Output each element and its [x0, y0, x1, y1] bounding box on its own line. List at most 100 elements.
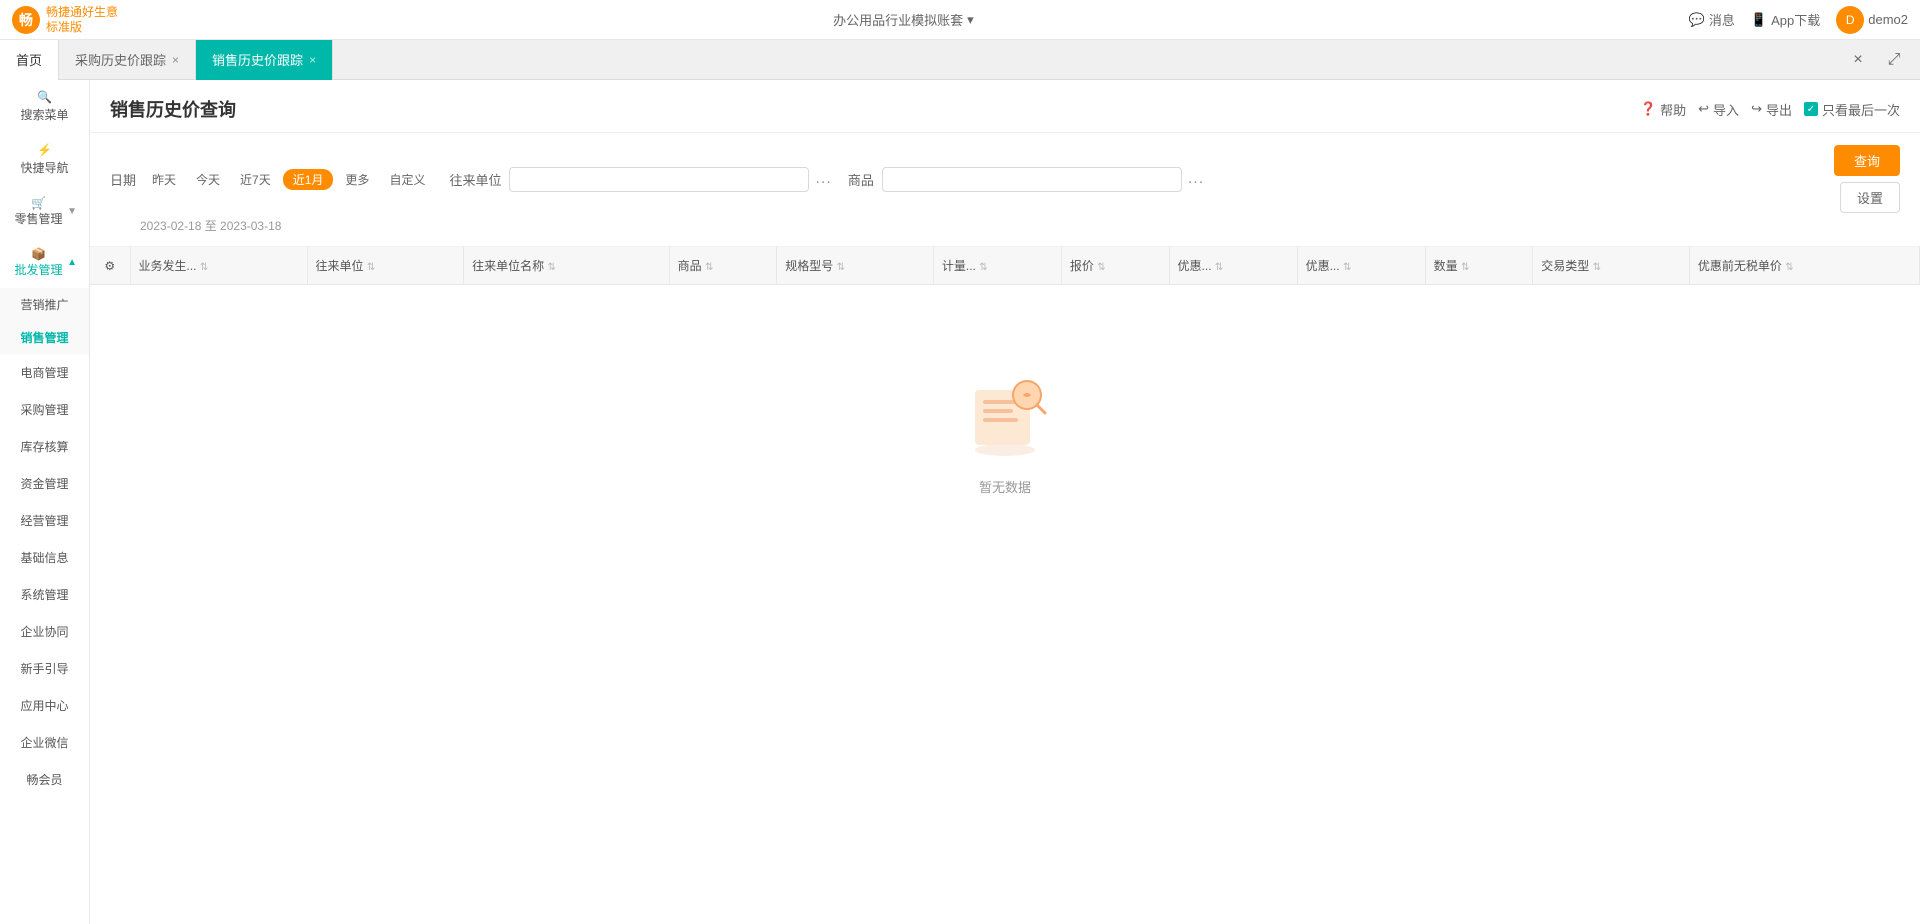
tab-home[interactable]: 首页 — [0, 40, 59, 80]
product-input[interactable] — [882, 167, 1182, 192]
sort-icon: ⇅ — [200, 262, 208, 273]
sidebar-item-quick-nav[interactable]: ⚡ 快捷导航 — [0, 133, 89, 186]
sidebar-item-member[interactable]: 畅会员 — [0, 761, 89, 798]
app-download-button[interactable]: 📱 App下载 — [1751, 10, 1820, 29]
date-7days[interactable]: 近7天 — [232, 169, 279, 190]
th-unit[interactable]: 计量... ⇅ — [933, 247, 1061, 285]
sidebar-item-enterprise-collab[interactable]: 企业协同 — [0, 613, 89, 650]
sidebar-item-enterprise-wechat[interactable]: 企业微信 — [0, 724, 89, 761]
product-dots[interactable]: ... — [1188, 170, 1204, 188]
sidebar-item-inventory[interactable]: 库存核算 — [0, 428, 89, 465]
tab-purchase-history[interactable]: 采购历史价跟踪 × — [59, 40, 196, 80]
th-pretax-price[interactable]: 优惠前无税单价 ⇅ — [1689, 247, 1919, 285]
sidebar: 🔍 搜索菜单 ⚡ 快捷导航 🛒 零售管理 ▼ 📦 批发管理 ▲ 营销推广 销售管… — [0, 80, 90, 924]
th-discount1[interactable]: 优惠... ⇅ — [1169, 247, 1297, 285]
sidebar-item-wholesale[interactable]: 📦 批发管理 ▲ — [0, 237, 89, 288]
only-last-checkbox-label[interactable]: ✓ 只看最后一次 — [1804, 100, 1900, 119]
tab-sales-history[interactable]: 销售历史价跟踪 × — [196, 40, 333, 80]
expand-button[interactable]: ⤢ — [1880, 46, 1908, 74]
product-input-wrapper: ... — [882, 167, 1204, 192]
sidebar-item-newbie-guide[interactable]: 新手引导 — [0, 650, 89, 687]
logo-icon: 畅 — [12, 6, 40, 34]
export-icon: ↪ — [1751, 101, 1762, 117]
import-button[interactable]: ↩ 导入 — [1698, 100, 1739, 119]
retail-icon: 🛒 — [31, 196, 46, 210]
th-trade-type[interactable]: 交易类型 ⇅ — [1533, 247, 1690, 285]
logo-text: 畅捷通好生意 标准版 — [46, 5, 118, 34]
help-button[interactable]: ❓ 帮助 — [1640, 100, 1686, 119]
sort-icon: ⇅ — [1343, 262, 1351, 273]
sidebar-item-operations[interactable]: 经营管理 — [0, 502, 89, 539]
sort-icon: ⇅ — [547, 262, 555, 273]
page-title: 销售历史价查询 — [110, 96, 236, 122]
date-options: 昨天 今天 近7天 近1月 更多 自定义 — [144, 169, 433, 190]
tab-bar: 首页 采购历史价跟踪 × 销售历史价跟踪 × × ⤢ — [0, 40, 1920, 80]
th-product[interactable]: 商品 ⇅ — [669, 247, 777, 285]
empty-state: 暂无数据 — [90, 285, 1920, 576]
chevron-up-icon: ▲ — [67, 257, 77, 268]
close-tab-purchase[interactable]: × — [172, 53, 179, 67]
th-quantity[interactable]: 数量 ⇅ — [1425, 247, 1533, 285]
th-spec[interactable]: 规格型号 ⇅ — [777, 247, 934, 285]
query-button[interactable]: 查询 — [1834, 145, 1900, 176]
th-quote[interactable]: 报价 ⇅ — [1061, 247, 1169, 285]
message-button[interactable]: 💬 消息 — [1689, 10, 1735, 29]
content-area: 销售历史价查询 ❓ 帮助 ↩ 导入 ↪ 导出 ✓ 只看最后一次 — [90, 80, 1920, 924]
settings-button[interactable]: 设置 — [1840, 182, 1900, 213]
filter-row: 日期 昨天 今天 近7天 近1月 更多 自定义 往来单位 ... — [110, 145, 1900, 213]
partner-dots[interactable]: ... — [815, 170, 831, 188]
partner-input-wrapper: ... — [509, 167, 831, 192]
date-range-display: 2023-02-18 至 2023-03-18 — [140, 219, 281, 233]
top-bar-center: 办公用品行业模拟账套 ▾ — [833, 10, 974, 29]
sidebar-item-purchase[interactable]: 采购管理 — [0, 391, 89, 428]
date-1month[interactable]: 近1月 — [283, 169, 334, 190]
partner-label: 往来单位 — [449, 170, 501, 189]
sort-icon: ⇅ — [979, 262, 987, 273]
lightning-icon: ⚡ — [37, 143, 52, 157]
date-filter: 日期 昨天 今天 近7天 近1月 更多 自定义 — [110, 169, 433, 190]
sort-icon: ⇅ — [367, 262, 375, 273]
avatar: D — [1836, 6, 1864, 34]
sort-icon: ⇅ — [1593, 262, 1601, 273]
sidebar-item-app-center[interactable]: 应用中心 — [0, 687, 89, 724]
company-selector[interactable]: 办公用品行业模拟账套 ▾ — [833, 10, 974, 29]
date-more[interactable]: 更多 — [337, 169, 377, 190]
product-filter: 商品 ... — [848, 167, 1204, 192]
import-icon: ↩ — [1698, 101, 1709, 117]
export-button[interactable]: ↪ 导出 — [1751, 100, 1792, 119]
close-all-tabs-button[interactable]: × — [1844, 46, 1872, 74]
sidebar-item-marketing[interactable]: 营销推广 — [0, 288, 89, 321]
th-business-date[interactable]: 业务发生... ⇅ — [130, 247, 307, 285]
help-icon: ❓ — [1640, 101, 1656, 117]
top-bar-left: 畅 畅捷通好生意 标准版 — [12, 5, 118, 34]
date-yesterday[interactable]: 昨天 — [144, 169, 184, 190]
filter-area: 日期 昨天 今天 近7天 近1月 更多 自定义 往来单位 ... — [90, 133, 1920, 247]
phone-icon: 📱 — [1751, 12, 1767, 28]
th-settings[interactable]: ⚙ — [90, 247, 130, 285]
sidebar-item-search[interactable]: 🔍 搜索菜单 — [0, 80, 89, 133]
top-bar-right: 💬 消息 📱 App下载 D demo2 — [1689, 6, 1908, 34]
sidebar-item-finance[interactable]: 资金管理 — [0, 465, 89, 502]
sort-icon: ⇅ — [1215, 262, 1223, 273]
sidebar-item-retail[interactable]: 🛒 零售管理 ▼ — [0, 186, 89, 237]
sort-icon: ⇅ — [705, 262, 713, 273]
date-today[interactable]: 今天 — [188, 169, 228, 190]
sidebar-item-sales-mgmt[interactable]: 销售管理 — [0, 321, 89, 354]
sidebar-item-basic-info[interactable]: 基础信息 — [0, 539, 89, 576]
user-menu[interactable]: D demo2 — [1836, 6, 1908, 34]
sidebar-item-system[interactable]: 系统管理 — [0, 576, 89, 613]
th-partner-code[interactable]: 往来单位 ⇅ — [307, 247, 464, 285]
date-custom[interactable]: 自定义 — [381, 169, 433, 190]
table-container: ⚙ 业务发生... ⇅ 往来单位 ⇅ 往来单位名称 ⇅ — [90, 247, 1920, 924]
message-icon: 💬 — [1689, 12, 1705, 28]
empty-icon — [955, 365, 1055, 465]
sort-icon: ⇅ — [1461, 262, 1469, 273]
close-tab-sales[interactable]: × — [309, 53, 316, 67]
partner-input[interactable] — [509, 167, 809, 192]
sidebar-submenu-wholesale: 营销推广 销售管理 — [0, 288, 89, 354]
th-discount2[interactable]: 优惠... ⇅ — [1297, 247, 1425, 285]
sidebar-item-ecommerce[interactable]: 电商管理 — [0, 354, 89, 391]
wholesale-icon: 📦 — [31, 247, 46, 261]
sort-icon: ⇅ — [1097, 262, 1105, 273]
th-partner-name[interactable]: 往来单位名称 ⇅ — [464, 247, 670, 285]
